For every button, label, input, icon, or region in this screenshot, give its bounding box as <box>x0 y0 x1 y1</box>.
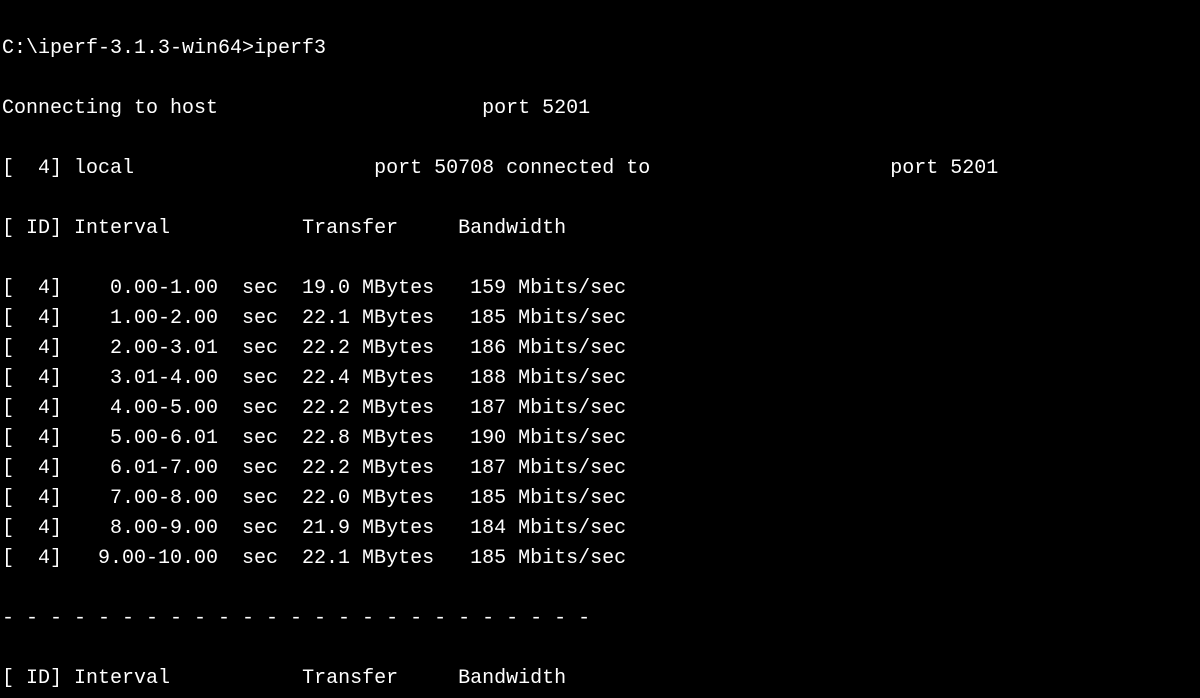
interval-row: [ 4] 5.00-6.01 sec 22.8 MBytes 190 Mbits… <box>2 424 1198 454</box>
summary-header-line: [ ID] Interval Transfer Bandwidth <box>2 664 1198 694</box>
local-label: local <box>74 157 134 180</box>
connecting-prefix: Connecting to host <box>2 97 218 120</box>
interval-row: [ 4] 8.00-9.00 sec 21.9 MBytes 184 Mbits… <box>2 514 1198 544</box>
interval-row: [ 4] 3.01-4.00 sec 22.4 MBytes 188 Mbits… <box>2 364 1198 394</box>
stream-id: 4 <box>38 157 50 180</box>
interval-rows: [ 4] 0.00-1.00 sec 19.0 MBytes 159 Mbits… <box>2 274 1198 574</box>
local-line: [ 4] local port 50708 connected to port … <box>2 154 1198 184</box>
col-interval: Interval <box>74 667 170 690</box>
command: iperf3 <box>254 37 326 60</box>
interval-row: [ 4] 4.00-5.00 sec 22.2 MBytes 187 Mbits… <box>2 394 1198 424</box>
local-port: 50708 <box>434 157 494 180</box>
separator-line: - - - - - - - - - - - - - - - - - - - - … <box>2 604 1198 634</box>
prompt: C:\iperf-3.1.3-win64> <box>2 37 254 60</box>
connecting-line: Connecting to host port 5201 <box>2 94 1198 124</box>
remote-port-label: port <box>890 157 938 180</box>
col-transfer: Transfer <box>302 667 398 690</box>
terminal-output: C:\iperf-3.1.3-win64>iperf3 Connecting t… <box>0 0 1200 698</box>
spacer <box>218 97 482 120</box>
interval-row: [ 4] 9.00-10.00 sec 22.1 MBytes 185 Mbit… <box>2 544 1198 574</box>
col-id: ID <box>26 217 50 240</box>
port-value: 5201 <box>542 97 590 120</box>
interval-row: [ 4] 7.00-8.00 sec 22.0 MBytes 185 Mbits… <box>2 484 1198 514</box>
interval-row: [ 4] 2.00-3.01 sec 22.2 MBytes 186 Mbits… <box>2 334 1198 364</box>
col-interval: Interval <box>74 217 170 240</box>
col-id: ID <box>26 667 50 690</box>
interval-row: [ 4] 0.00-1.00 sec 19.0 MBytes 159 Mbits… <box>2 274 1198 304</box>
col-bandwidth: Bandwidth <box>458 667 566 690</box>
interval-row: [ 4] 6.01-7.00 sec 22.2 MBytes 187 Mbits… <box>2 454 1198 484</box>
port-label: port <box>482 97 530 120</box>
remote-port: 5201 <box>950 157 998 180</box>
col-transfer: Transfer <box>302 217 398 240</box>
interval-row: [ 4] 1.00-2.00 sec 22.1 MBytes 185 Mbits… <box>2 304 1198 334</box>
connected-to: connected to <box>506 157 650 180</box>
header-line: [ ID] Interval Transfer Bandwidth <box>2 214 1198 244</box>
command-line: C:\iperf-3.1.3-win64>iperf3 <box>2 34 1198 64</box>
local-port-label: port <box>374 157 422 180</box>
col-bandwidth: Bandwidth <box>458 217 566 240</box>
